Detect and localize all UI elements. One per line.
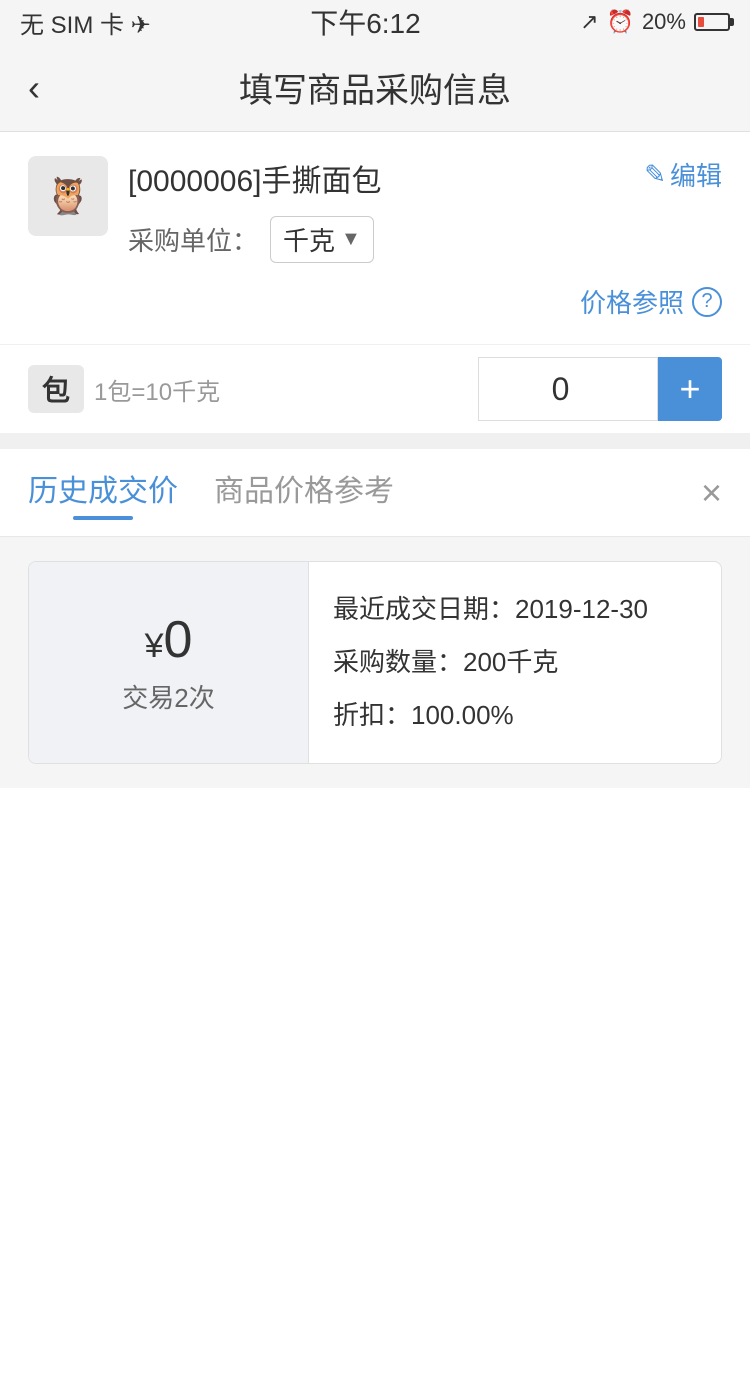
sim-signal-text: 无 SIM 卡 ✈ — [20, 5, 151, 40]
back-button[interactable]: ‹ — [28, 67, 40, 109]
alarm-icon: ⏰ — [607, 9, 634, 35]
discount-value: 100.00% — [411, 700, 514, 730]
help-icon[interactable]: ? — [692, 287, 722, 317]
price-card-right: 最近成交日期：2019-12-30 采购数量：200千克 折扣：100.00% — [309, 562, 721, 763]
tab-history-price[interactable]: 历史成交价 — [28, 449, 214, 537]
quantity-section: 包 1包=10千克 + — [0, 344, 750, 433]
price-reference-link[interactable]: 价格参照 — [580, 283, 684, 320]
qty-value: 200千克 — [463, 647, 558, 677]
date-label: 最近成交日期： — [333, 594, 515, 624]
price-ref-row: 价格参照 ? — [28, 283, 722, 320]
product-thumbnail: 🦉 — [28, 156, 108, 236]
tab-inactive-indicator — [274, 516, 334, 520]
price-card-left: ¥0 交易2次 — [29, 562, 309, 763]
edit-icon: ✎ — [644, 159, 666, 190]
tab-product-price-ref[interactable]: 商品价格参考 — [214, 449, 430, 537]
price-amount: ¥0 — [145, 610, 193, 670]
qty-label: 采购数量： — [333, 647, 463, 677]
price-detail-date: 最近成交日期：2019-12-30 — [333, 590, 697, 629]
unit-select-button[interactable]: 千克 ▼ — [270, 216, 374, 263]
status-time: 下午6:12 — [310, 2, 421, 42]
nav-bar: ‹ 填写商品采购信息 — [0, 44, 750, 132]
quantity-plus-button[interactable]: + — [658, 357, 722, 421]
quantity-input[interactable] — [478, 357, 658, 421]
price-card: ¥0 交易2次 最近成交日期：2019-12-30 采购数量：200千克 折扣：… — [28, 561, 722, 764]
bottom-space — [0, 788, 750, 1388]
tabs-list: 历史成交价 商品价格参考 — [28, 449, 430, 537]
product-card: 🦉 [0000006]手撕面包 采购单位： 千克 ▼ ✎ 编辑 价格参照 ? — [0, 132, 750, 344]
quantity-unit-hint: 1包=10千克 — [94, 372, 220, 407]
price-detail-discount: 折扣：100.00% — [333, 696, 697, 735]
unit-dropdown-icon: ▼ — [341, 228, 361, 251]
battery-percent: 20% — [642, 9, 686, 35]
price-value: 0 — [164, 611, 193, 669]
status-bar: 无 SIM 卡 ✈ 下午6:12 ↗ ⏰ 20% — [0, 0, 750, 44]
battery-icon — [694, 13, 730, 31]
edit-label: 编辑 — [670, 156, 722, 193]
location-icon: ↗ — [580, 9, 598, 35]
quantity-unit-box: 包 — [28, 365, 84, 413]
date-value: 2019-12-30 — [515, 594, 648, 624]
unit-value: 千克 — [283, 221, 335, 258]
tab-active-indicator — [73, 516, 133, 520]
price-detail-qty: 采购数量：200千克 — [333, 643, 697, 682]
status-right: ↗ ⏰ 20% — [580, 9, 730, 35]
price-list: ¥0 交易2次 最近成交日期：2019-12-30 采购数量：200千克 折扣：… — [0, 537, 750, 788]
product-info: [0000006]手撕面包 采购单位： 千克 ▼ — [128, 156, 381, 263]
discount-label: 折扣： — [333, 700, 411, 730]
edit-button[interactable]: ✎ 编辑 — [644, 156, 722, 193]
product-header: 🦉 [0000006]手撕面包 采购单位： 千克 ▼ ✎ 编辑 — [28, 156, 722, 263]
quantity-left: 包 1包=10千克 — [28, 365, 220, 413]
status-left: 无 SIM 卡 ✈ — [20, 5, 151, 40]
currency-symbol: ¥ — [145, 627, 164, 665]
page-title: 填写商品采购信息 — [239, 63, 511, 112]
product-logo-icon: 🦉 — [46, 175, 91, 217]
tab-history-price-label: 历史成交价 — [28, 466, 178, 510]
product-left: 🦉 [0000006]手撕面包 采购单位： 千克 ▼ — [28, 156, 381, 263]
price-trade-count: 交易2次 — [122, 678, 214, 715]
quantity-row: 包 1包=10千克 + — [28, 345, 722, 433]
section-divider — [0, 433, 750, 449]
tabs-bar: 历史成交价 商品价格参考 × — [0, 449, 750, 537]
close-panel-button[interactable]: × — [701, 472, 722, 514]
product-unit-row: 采购单位： 千克 ▼ — [128, 216, 381, 263]
unit-label: 采购单位： — [128, 221, 258, 258]
quantity-right: + — [478, 357, 722, 421]
product-name: [0000006]手撕面包 — [128, 156, 381, 200]
tab-product-price-ref-label: 商品价格参考 — [214, 466, 394, 510]
